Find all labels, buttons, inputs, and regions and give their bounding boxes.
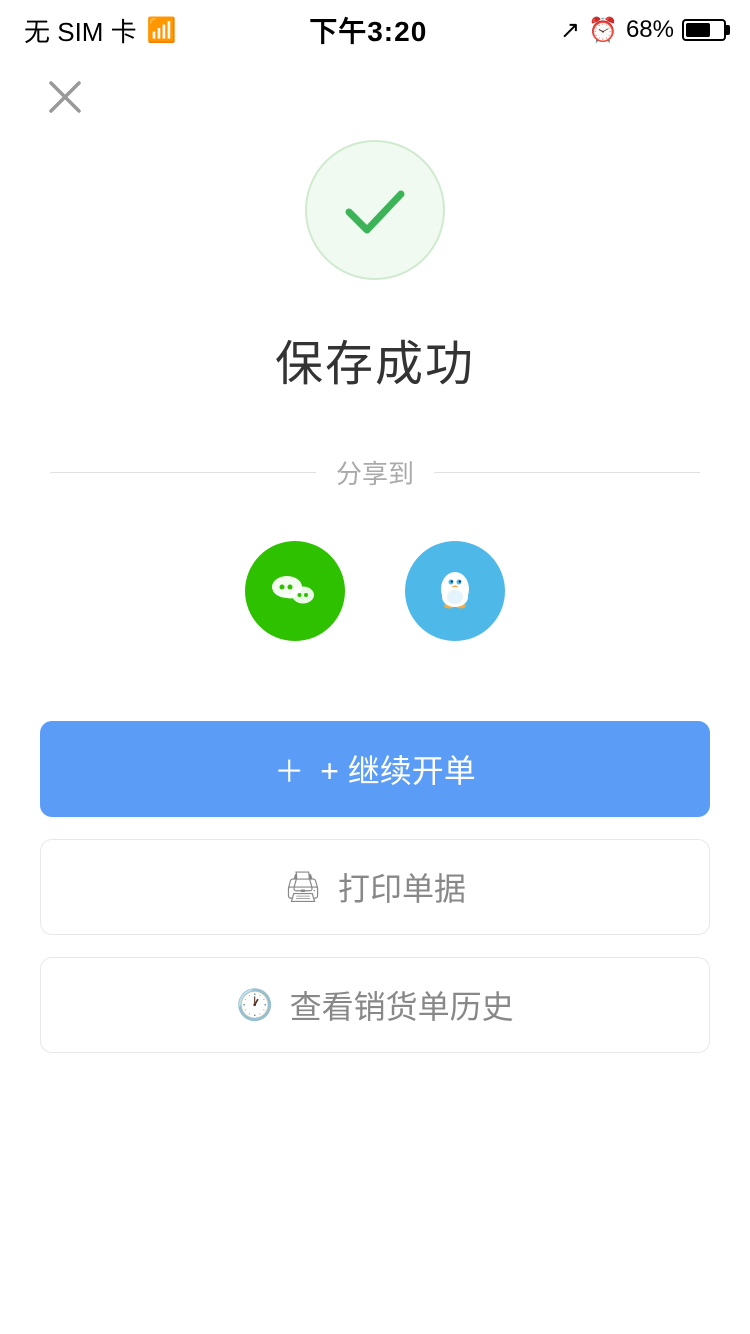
- location-icon: ↗: [560, 16, 580, 45]
- wechat-icon: [265, 561, 325, 621]
- success-circle: [305, 140, 445, 280]
- success-title: 保存成功: [275, 324, 475, 394]
- continue-label: + 继续开单: [320, 746, 476, 792]
- status-bar: 无 SIM 卡 📶 下午3:20 ↗ ⏰ 68%: [0, 0, 750, 60]
- qq-share-button[interactable]: [405, 541, 505, 641]
- status-left: 无 SIM 卡 📶: [24, 12, 177, 49]
- share-icons: [245, 541, 505, 641]
- battery-fill: [686, 23, 710, 37]
- alarm-icon: ⏰: [588, 16, 618, 45]
- divider-left: [50, 472, 316, 473]
- print-button[interactable]: 🖨 打印单据: [40, 839, 710, 935]
- status-time: 下午3:20: [309, 10, 427, 50]
- print-icon: 🖨: [284, 870, 322, 905]
- history-icon: 🕐: [236, 988, 273, 1023]
- qq-icon: [425, 561, 485, 621]
- wifi-icon: 📶: [147, 16, 177, 45]
- main-content: 保存成功 分享到: [0, 60, 750, 1053]
- checkmark-icon: [339, 174, 411, 246]
- divider-right: [434, 472, 700, 473]
- share-label: 分享到: [316, 454, 434, 491]
- action-buttons: ＋ + 继续开单 🖨 打印单据 🕐 查看销货单历史: [0, 721, 750, 1053]
- close-icon: [47, 79, 83, 115]
- continue-icon: ＋: [274, 747, 304, 791]
- battery-bar: [682, 19, 726, 41]
- history-button[interactable]: 🕐 查看销货单历史: [40, 957, 710, 1053]
- history-label: 查看销货单历史: [290, 982, 514, 1028]
- share-divider: 分享到: [0, 454, 750, 491]
- continue-button[interactable]: ＋ + 继续开单: [40, 721, 710, 817]
- wechat-share-button[interactable]: [245, 541, 345, 641]
- status-right: ↗ ⏰ 68%: [560, 16, 726, 45]
- print-label: 打印单据: [338, 864, 466, 910]
- battery-percentage: 68%: [626, 16, 674, 44]
- sim-label: 无 SIM 卡: [24, 12, 137, 49]
- close-button[interactable]: [40, 72, 90, 122]
